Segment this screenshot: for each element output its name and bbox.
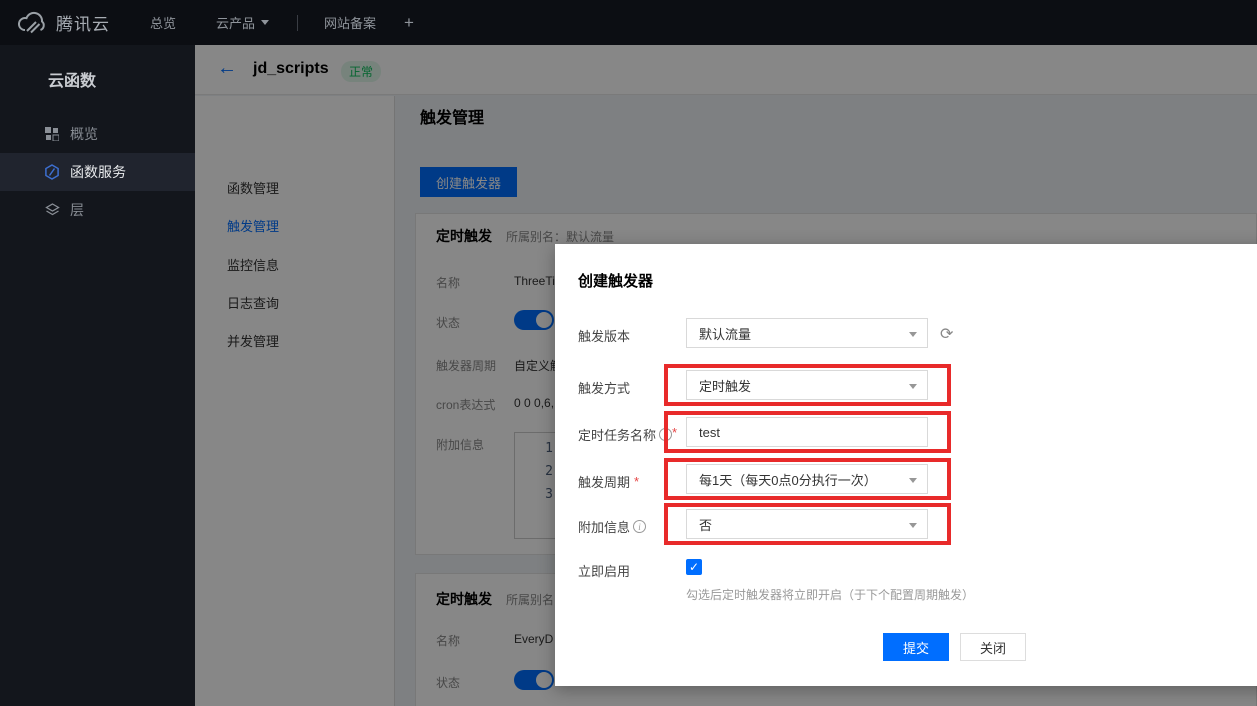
nav-item-cloud-products[interactable]: 云产品 bbox=[216, 13, 269, 32]
add-tab-icon[interactable]: + bbox=[404, 13, 414, 33]
required-marker: * bbox=[672, 425, 677, 440]
label-extra-info: 附加信息 i bbox=[578, 517, 646, 536]
grid-icon bbox=[44, 126, 60, 142]
sidebar-item-label: 层 bbox=[70, 200, 84, 220]
enable-now-helper: 勾选后定时触发器将立即开启（于下个配置周期触发） bbox=[686, 586, 974, 603]
brand[interactable]: 腾讯云 bbox=[16, 10, 110, 35]
label-trigger-method: 触发方式 bbox=[578, 378, 630, 397]
tencent-cloud-logo-icon bbox=[16, 11, 48, 35]
close-button[interactable]: 关闭 bbox=[960, 633, 1026, 661]
task-name-value: test bbox=[699, 425, 720, 440]
chevron-down-icon bbox=[909, 523, 917, 528]
left-sidebar: 云函数 概览 函数服务 层 bbox=[0, 45, 195, 706]
content-region: ← jd_scripts 正常 函数管理 触发管理 监控信息 日志查询 并发管理… bbox=[195, 45, 1257, 706]
info-icon: i bbox=[659, 428, 672, 441]
layers-icon bbox=[44, 202, 60, 218]
chevron-down-icon bbox=[909, 332, 917, 337]
label-task-name: 定时任务名称 i bbox=[578, 425, 672, 444]
chevron-down-icon bbox=[261, 20, 269, 25]
required-marker: * bbox=[634, 474, 639, 489]
label-extra-info-text: 附加信息 bbox=[578, 517, 630, 536]
trigger-method-select[interactable]: 定时触发 bbox=[686, 370, 928, 400]
trigger-method-value: 定时触发 bbox=[699, 376, 751, 395]
brand-name: 腾讯云 bbox=[56, 10, 110, 35]
info-icon: i bbox=[633, 520, 646, 533]
label-trigger-cycle: 触发周期 * bbox=[578, 472, 639, 491]
create-trigger-modal: 创建触发器 触发版本 默认流量 ⟳ 触发方式 定时触发 定时任务名称 i * t… bbox=[555, 244, 1257, 686]
trigger-cycle-value: 每1天（每天0点0分执行一次） bbox=[699, 470, 877, 489]
sidebar-title: 云函数 bbox=[0, 45, 195, 91]
label-trigger-version: 触发版本 bbox=[578, 326, 630, 345]
nav-item-overview[interactable]: 总览 bbox=[150, 13, 176, 32]
extra-info-value: 否 bbox=[699, 515, 712, 534]
trigger-version-select[interactable]: 默认流量 bbox=[686, 318, 928, 348]
sidebar-item-label: 概览 bbox=[70, 124, 98, 144]
enable-now-checkbox[interactable]: ✓ bbox=[686, 559, 702, 575]
task-name-input[interactable]: test bbox=[686, 417, 928, 447]
function-service-icon bbox=[44, 164, 60, 180]
trigger-version-value: 默认流量 bbox=[699, 324, 751, 343]
refresh-icon[interactable]: ⟳ bbox=[940, 324, 953, 344]
label-trigger-cycle-text: 触发周期 bbox=[578, 472, 630, 491]
label-enable-now: 立即启用 bbox=[578, 561, 630, 580]
trigger-cycle-select[interactable]: 每1天（每天0点0分执行一次） bbox=[686, 464, 928, 494]
nav-item-website-filing[interactable]: 网站备案 bbox=[324, 13, 376, 32]
sidebar-item-overview[interactable]: 概览 bbox=[0, 115, 195, 153]
extra-info-select[interactable]: 否 bbox=[686, 509, 928, 539]
top-navbar: 腾讯云 总览 云产品 网站备案 + bbox=[0, 0, 1257, 45]
sidebar-item-layers[interactable]: 层 bbox=[0, 191, 195, 229]
modal-title: 创建触发器 bbox=[578, 270, 653, 291]
nav-divider bbox=[297, 15, 298, 31]
submit-button[interactable]: 提交 bbox=[883, 633, 949, 661]
nav-item-cloud-products-label: 云产品 bbox=[216, 13, 255, 32]
chevron-down-icon bbox=[909, 384, 917, 389]
sidebar-item-function-service[interactable]: 函数服务 bbox=[0, 153, 195, 191]
chevron-down-icon bbox=[909, 478, 917, 483]
sidebar-item-label: 函数服务 bbox=[70, 162, 126, 182]
label-task-name-text: 定时任务名称 bbox=[578, 425, 656, 444]
